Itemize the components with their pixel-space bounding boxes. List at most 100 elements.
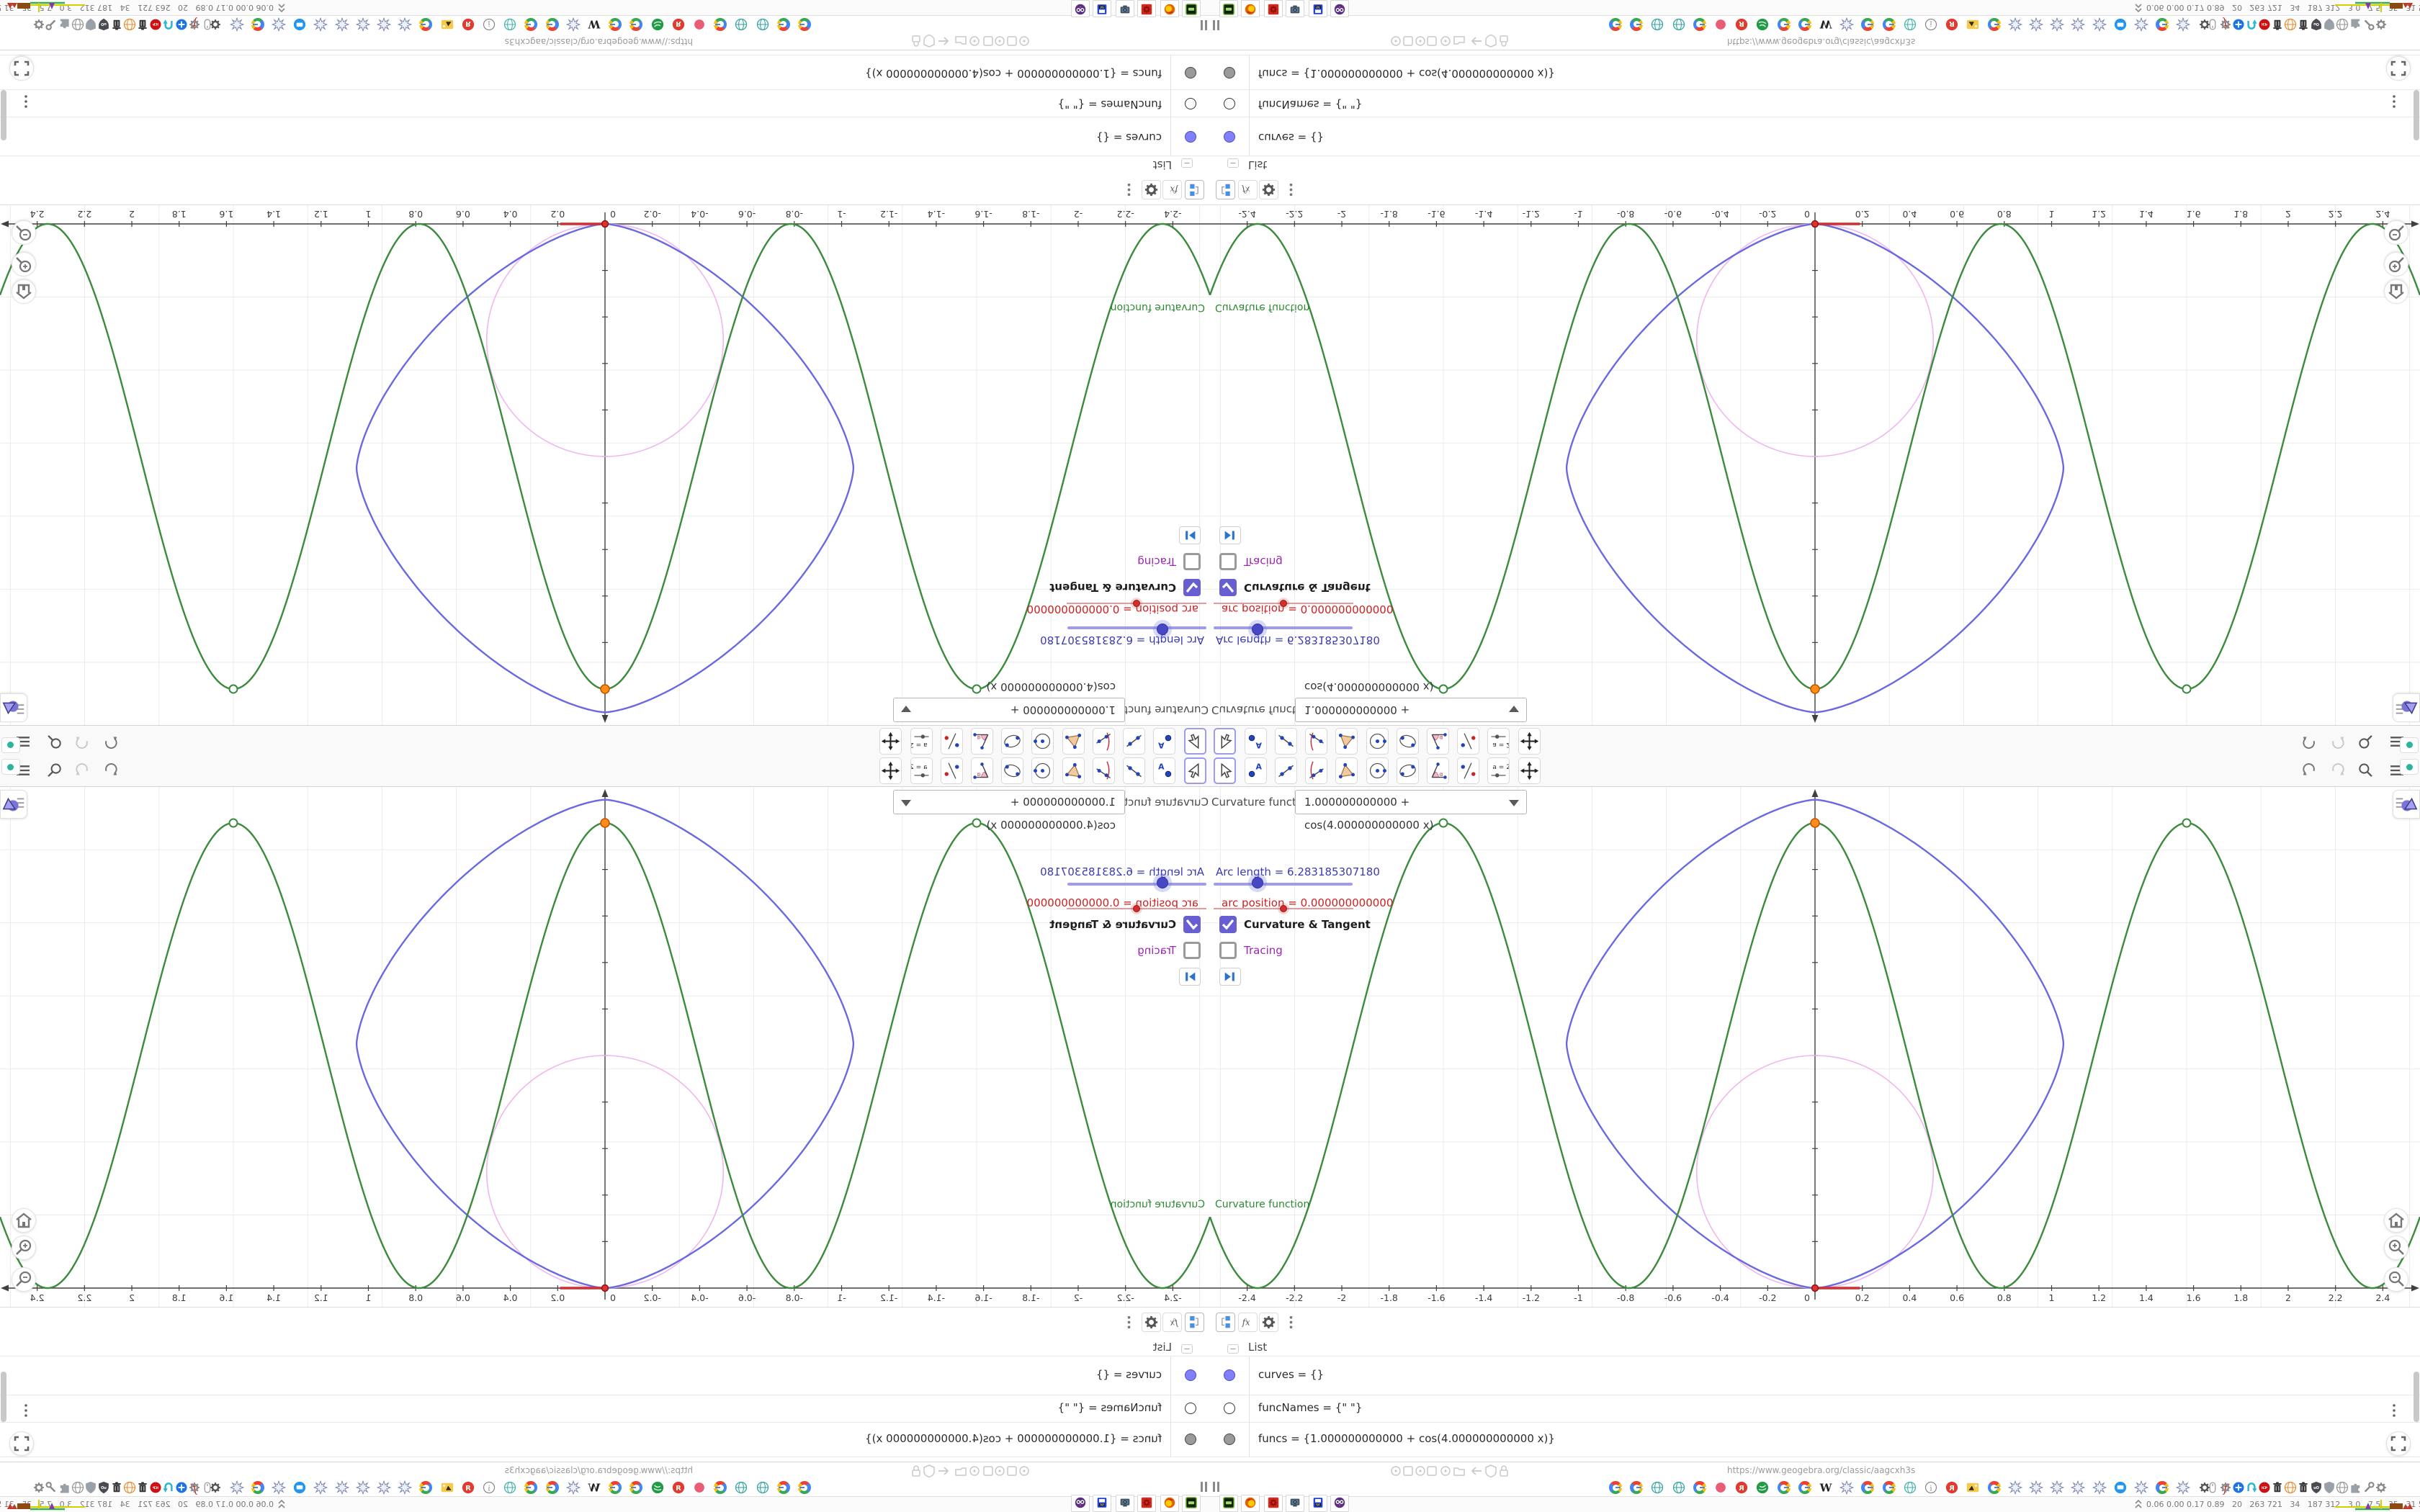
extension-icon-globe[interactable] [122, 1480, 137, 1495]
bookmark-favicon-g[interactable] [1798, 1480, 1812, 1495]
bookmark-favicon-letter[interactable]: W [1819, 1480, 1833, 1495]
bookmark-favicon-globe[interactable] [503, 17, 517, 32]
zoom-in-button[interactable] [12, 1236, 36, 1260]
emulator-app-icon[interactable]: 64 [1093, 1495, 1111, 1512]
bookmark-favicon-g[interactable] [1987, 1480, 2002, 1495]
bookmark-favicon-g[interactable] [629, 1480, 643, 1495]
move-view-tool[interactable] [879, 728, 902, 755]
row-kebab-icon[interactable] [21, 1403, 31, 1418]
screenshot-app-icon[interactable] [1116, 1495, 1134, 1512]
algebra-tree-icon[interactable] [1216, 180, 1235, 199]
bookmark-favicon-g[interactable] [1882, 17, 1896, 32]
gear-icon[interactable] [1259, 180, 1278, 199]
bookmark-favicon-star[interactable] [229, 17, 244, 32]
bookmark-favicon-g[interactable] [1777, 1480, 1791, 1495]
search-icon[interactable] [45, 761, 64, 780]
extension-icon-plus[interactable] [174, 17, 189, 32]
bookmark-favicon-g[interactable] [1777, 17, 1791, 32]
bookmark-favicon-g[interactable] [1608, 1480, 1623, 1495]
emulator-app-icon[interactable]: 64 [1309, 1495, 1327, 1512]
bookmark-favicon-info[interactable]: i [1924, 1480, 1938, 1495]
curvature-function-dropdown[interactable]: 1.000000000000 + cos(4.000000000000 x) [893, 790, 1125, 832]
extension-icon-gear[interactable] [32, 1480, 46, 1495]
tangent-tool[interactable] [1305, 728, 1327, 755]
view-panel-toggle-button[interactable] [2393, 790, 2420, 819]
tracing-checkbox[interactable] [1183, 553, 1201, 570]
settings-app-icon[interactable] [1264, 0, 1283, 17]
settings-app-icon[interactable] [1137, 1495, 1156, 1512]
extension-icon-trash[interactable] [109, 17, 124, 32]
extension-icon-globe[interactable] [2283, 17, 2298, 32]
bookmark-favicon-star[interactable] [271, 1480, 287, 1495]
extension-icon-gear[interactable] [32, 17, 46, 32]
bookmark-favicon-star[interactable] [2133, 1480, 2149, 1495]
extension-icon-icp[interactable]: ICP [2257, 17, 2272, 32]
zoom-in-button[interactable] [2384, 1236, 2408, 1260]
view-panel-toggle-button[interactable] [0, 790, 27, 819]
extension-icon-trash[interactable] [2296, 17, 2311, 32]
bookmark-favicon-letter[interactable]: W [587, 1480, 601, 1495]
curvature-tangent-checkbox[interactable] [1183, 916, 1201, 933]
shield-icon[interactable] [922, 1464, 936, 1478]
curvature-tangent-checkbox[interactable] [1183, 579, 1201, 596]
bookmark-favicon-ya[interactable]: R [1734, 1480, 1749, 1495]
fx-icon[interactable]: fx [1162, 180, 1182, 199]
bookmark-favicon-vine[interactable] [650, 17, 665, 32]
bookmark-favicon-letter[interactable]: W [1819, 17, 1833, 32]
view-panel-toggle-button[interactable] [2393, 693, 2420, 722]
bookmark-favicon-star[interactable] [313, 17, 328, 32]
drive-app-icon[interactable] [1182, 1495, 1201, 1512]
bookmark-favicon-globe[interactable] [1672, 17, 1686, 32]
ellipse-tool[interactable] [1397, 728, 1419, 755]
extension-icon-trash[interactable] [135, 1480, 150, 1495]
bookmark-favicon-g[interactable] [1987, 17, 2002, 32]
algebra-row[interactable]: funcNames = {" "} [1058, 1401, 1162, 1414]
algebra-row[interactable]: curves = {} [1258, 131, 1324, 144]
arc-length-slider-handle[interactable] [1157, 877, 1168, 888]
bookmark-favicon-globe[interactable] [734, 1480, 748, 1495]
extension-icon-plus[interactable] [174, 1480, 189, 1495]
bookmark-favicon-letter[interactable]: W [587, 17, 601, 32]
move-tool[interactable] [1214, 757, 1236, 784]
bookmark-favicon-img[interactable] [440, 17, 454, 32]
tray-widget[interactable] [1, 759, 20, 775]
bookmark-favicon-g[interactable] [1629, 1480, 1644, 1495]
drive-app-icon[interactable] [1219, 0, 1238, 17]
collapse-list-button[interactable]: − [1181, 158, 1193, 168]
extension-icon-plus[interactable] [2231, 1480, 2246, 1495]
curvature-function-dropdown[interactable]: 1.000000000000 + cos(4.000000000000 x) [1295, 680, 1527, 722]
bookmark-favicon-img[interactable] [440, 1480, 454, 1495]
point-tool[interactable]: A [1153, 757, 1175, 784]
extension-icon-globe[interactable] [2335, 1480, 2349, 1495]
kebab-icon[interactable] [1281, 180, 1301, 199]
extension-icon-gear[interactable] [2374, 17, 2388, 32]
extension-icon-icp[interactable]: ICP [148, 1480, 163, 1495]
extension-icon-uturn[interactable] [2244, 17, 2259, 32]
move-view-tool[interactable] [879, 757, 902, 784]
bookmark-favicon-star[interactable] [565, 17, 581, 32]
algebra-row[interactable]: funcs = {1.000000000000 + cos(4.00000000… [1258, 1432, 1555, 1445]
gear-icon[interactable] [1142, 1313, 1161, 1332]
bookmark-favicon-circ[interactable] [692, 17, 707, 32]
bookmark-favicon-circ[interactable] [1713, 17, 1728, 32]
extension-icon-globe[interactable] [2283, 1480, 2298, 1495]
arc-length-slider-handle[interactable] [1252, 877, 1263, 888]
reflect-tool[interactable] [1457, 728, 1479, 755]
bookmark-favicon-ya[interactable]: R [1945, 1480, 1959, 1495]
bookmark-favicon-g[interactable] [776, 17, 791, 32]
firefox-app-icon[interactable] [1241, 0, 1260, 17]
move-view-tool[interactable] [1518, 757, 1541, 784]
angle-tool[interactable]: α [1427, 728, 1449, 755]
bookmark-favicon-g[interactable] [1693, 1480, 1707, 1495]
row-kebab-icon[interactable] [2389, 1403, 2399, 1418]
bookmark-favicon-g[interactable] [251, 1480, 265, 1495]
lock-icon[interactable] [1497, 1464, 1511, 1478]
polygon-tool[interactable] [1062, 728, 1085, 755]
graphics-view[interactable]: -2.4 -2.2 -2 -1.8 -1.6 -1.4 -1.2 -1 -0.8 -0.6 -0.4… [1210, 787, 2420, 1307]
bookmark-favicon-star[interactable] [2092, 17, 2107, 32]
kebab-icon[interactable] [1119, 180, 1139, 199]
bookmark-favicon-g[interactable] [713, 17, 727, 32]
bookmark-favicon-g[interactable] [608, 17, 622, 32]
circle-tool[interactable] [1031, 757, 1054, 784]
undo-icon[interactable] [2300, 732, 2318, 751]
